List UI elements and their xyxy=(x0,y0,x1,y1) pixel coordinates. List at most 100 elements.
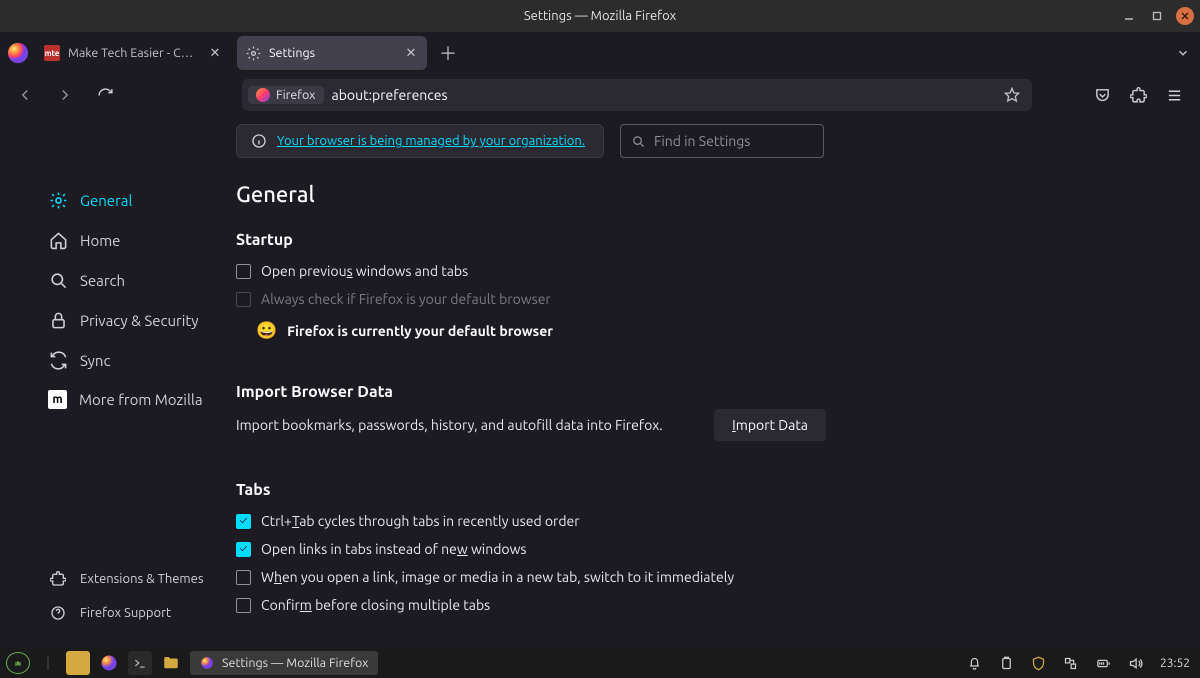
checkbox-always-check-default: Always check if Firefox is your default … xyxy=(236,285,1200,313)
pocket-button[interactable] xyxy=(1086,79,1118,111)
info-icon xyxy=(251,133,267,149)
new-tab-button[interactable]: ＋ xyxy=(433,38,463,68)
window-close-button[interactable] xyxy=(1176,7,1194,25)
sidebar-item-label: More from Mozilla xyxy=(79,391,203,408)
checkbox-icon xyxy=(236,570,251,585)
tray-network-icon[interactable] xyxy=(1059,651,1083,675)
urlbar-scheme-label: Firefox xyxy=(276,88,316,102)
all-tabs-dropdown[interactable] xyxy=(1176,46,1190,60)
sidebar-item-more-mozilla[interactable]: m More from Mozilla xyxy=(36,380,228,419)
taskbar-files-launcher[interactable] xyxy=(158,651,184,675)
url-bar[interactable]: Firefox about:preferences xyxy=(242,79,1032,111)
reload-button[interactable] xyxy=(90,80,120,110)
tray-battery-icon[interactable] xyxy=(1091,651,1116,675)
window-minimize-button[interactable] xyxy=(1120,7,1138,25)
checkbox-open-previous[interactable]: Open previous windows and tabs xyxy=(236,257,1200,285)
tray-volume-icon[interactable] xyxy=(1124,651,1148,675)
sidebar-item-label: Home xyxy=(80,232,120,249)
tab-settings[interactable]: Settings ✕ xyxy=(237,36,427,70)
section-import-heading: Import Browser Data xyxy=(236,383,1200,401)
sidebar-item-privacy[interactable]: Privacy & Security xyxy=(36,300,228,340)
tab-title: Make Tech Easier - Compu… xyxy=(68,46,199,60)
tab-close-button[interactable]: ✕ xyxy=(207,45,223,61)
settings-main: Your browser is being managed by your or… xyxy=(228,116,1200,648)
tab-title: Settings xyxy=(269,46,395,60)
checkbox-label: Open previous windows and tabs xyxy=(261,263,468,279)
checkbox-label: Always check if Firefox is your default … xyxy=(261,291,551,307)
settings-sidebar: General Home Search Privacy & Security S… xyxy=(0,116,228,648)
taskbar-clock[interactable]: 23:52 xyxy=(1156,657,1194,670)
extensions-button[interactable] xyxy=(1122,79,1154,111)
checkbox-label: Confirm before closing multiple tabs xyxy=(261,597,490,613)
window-maximize-button[interactable] xyxy=(1148,7,1166,25)
org-managed-notice: Your browser is being managed by your or… xyxy=(236,124,604,158)
tray-shield-icon[interactable] xyxy=(1027,651,1051,675)
settings-content: General Home Search Privacy & Security S… xyxy=(0,116,1200,648)
section-startup-heading: Startup xyxy=(236,231,1200,249)
sidebar-footer-label: Extensions & Themes xyxy=(80,572,203,586)
forward-button[interactable] xyxy=(50,80,80,110)
sidebar-footer-label: Firefox Support xyxy=(80,606,171,620)
checkbox-label: Ctrl+Tab cycles through tabs in recently… xyxy=(261,513,580,529)
sidebar-item-label: General xyxy=(80,192,132,209)
sidebar-item-label: Privacy & Security xyxy=(80,312,199,329)
default-browser-status: 😀 Firefox is currently your default brow… xyxy=(236,313,1200,349)
taskbar-active-window[interactable]: Settings — Mozilla Firefox xyxy=(190,651,378,675)
tray-notifications-icon[interactable] xyxy=(963,651,987,675)
checkbox-icon xyxy=(236,598,251,613)
window-title: Settings — Mozilla Firefox xyxy=(524,9,676,23)
gear-icon xyxy=(245,45,261,61)
page-title: General xyxy=(236,182,1200,207)
nav-toolbar: Firefox about:preferences xyxy=(0,74,1200,116)
tab-close-button[interactable]: ✕ xyxy=(403,45,419,61)
smile-icon: 😀 xyxy=(256,321,277,341)
firefox-icon xyxy=(6,41,30,65)
org-managed-link[interactable]: Your browser is being managed by your or… xyxy=(277,134,585,148)
sidebar-item-sync[interactable]: Sync xyxy=(36,340,228,380)
taskbar-show-desktop[interactable] xyxy=(66,651,90,675)
tray-clipboard-icon[interactable] xyxy=(995,651,1019,675)
help-icon xyxy=(48,603,68,623)
checkbox-label: When you open a link, image or media in … xyxy=(261,569,734,585)
taskbar-firefox-launcher[interactable] xyxy=(96,651,122,675)
default-browser-message: Firefox is currently your default browse… xyxy=(287,323,553,339)
mozilla-icon: m xyxy=(48,390,67,409)
find-in-settings-input[interactable] xyxy=(654,133,835,149)
tab-maketecheasier[interactable]: mte Make Tech Easier - Compu… ✕ xyxy=(36,36,231,70)
urlbar-identity[interactable]: Firefox xyxy=(248,86,324,104)
sidebar-footer-extensions[interactable]: Extensions & Themes xyxy=(36,562,228,596)
sidebar-item-label: Search xyxy=(80,272,125,289)
lock-icon xyxy=(48,310,68,330)
search-icon xyxy=(631,134,646,149)
taskbar-divider: | xyxy=(36,651,60,675)
find-in-settings[interactable] xyxy=(620,124,824,158)
sidebar-item-search[interactable]: Search xyxy=(36,260,228,300)
checkbox-icon: ✓ xyxy=(236,542,251,557)
tab-strip: mte Make Tech Easier - Compu… ✕ Settings… xyxy=(0,32,1200,74)
bookmark-star-button[interactable] xyxy=(998,87,1026,103)
checkbox-ctrl-tab[interactable]: ✓ Ctrl+Tab cycles through tabs in recent… xyxy=(236,507,1200,535)
os-taskbar: | Settings — Mozilla Firefox 23:52 xyxy=(0,648,1200,678)
checkbox-icon xyxy=(236,264,251,279)
back-button[interactable] xyxy=(10,80,40,110)
sidebar-item-label: Sync xyxy=(80,352,110,369)
app-menu-button[interactable] xyxy=(1158,79,1190,111)
taskbar-terminal-launcher[interactable] xyxy=(128,651,152,675)
favicon-mte-icon: mte xyxy=(44,45,60,61)
sidebar-footer-support[interactable]: Firefox Support xyxy=(36,596,228,630)
import-description: Import bookmarks, passwords, history, an… xyxy=(236,417,663,433)
checkbox-open-links-tabs[interactable]: ✓ Open links in tabs instead of new wind… xyxy=(236,535,1200,563)
sync-icon xyxy=(48,350,68,370)
section-tabs-heading: Tabs xyxy=(236,481,1200,499)
checkbox-switch-immediately[interactable]: When you open a link, image or media in … xyxy=(236,563,1200,591)
window-titlebar: Settings — Mozilla Firefox xyxy=(0,0,1200,32)
search-icon xyxy=(48,270,68,290)
sidebar-item-home[interactable]: Home xyxy=(36,220,228,260)
start-menu-button[interactable] xyxy=(6,652,30,674)
home-icon xyxy=(48,230,68,250)
firefox-icon xyxy=(256,88,270,102)
sidebar-item-general[interactable]: General xyxy=(36,180,228,220)
checkbox-confirm-close[interactable]: Confirm before closing multiple tabs xyxy=(236,591,1200,619)
taskbar-window-title: Settings — Mozilla Firefox xyxy=(222,656,368,670)
import-data-button[interactable]: Import Data xyxy=(714,409,826,441)
